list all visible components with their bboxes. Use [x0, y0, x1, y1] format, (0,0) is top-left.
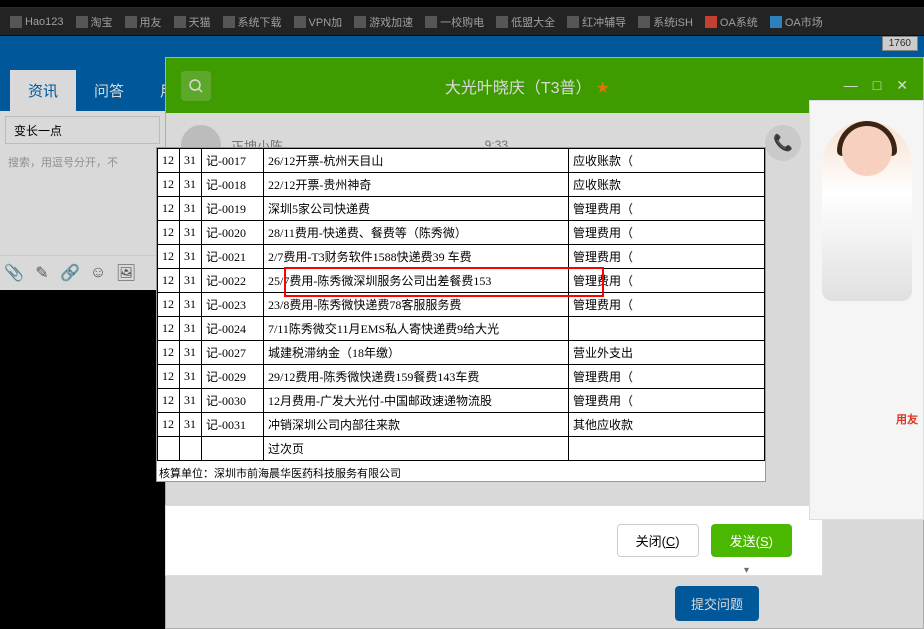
ledger-table: 1231记-001726/12开票-杭州天目山应收账款（1231记-001822… — [157, 148, 765, 461]
close-button[interactable]: 关闭(C) — [617, 524, 699, 557]
table-cell — [158, 437, 180, 461]
table-row: 1231记-001822/12开票-贵州神奇应收账款 — [158, 173, 765, 197]
table-cell: 管理费用（ — [569, 365, 765, 389]
table-cell: 记-0027 — [202, 341, 264, 365]
table-cell: 12 — [158, 389, 180, 413]
table-row: 1231记-00247/11陈秀微交11月EMS私人寄快递费9给大光 — [158, 317, 765, 341]
table-cell: 12 — [158, 413, 180, 437]
table-cell: 12 — [158, 197, 180, 221]
table-cell: 记-0021 — [202, 245, 264, 269]
table-cell: 管理费用（ — [569, 245, 765, 269]
table-cell — [202, 437, 264, 461]
table-cell: 过次页 — [264, 437, 569, 461]
scroll-down-icon[interactable]: ▾ — [744, 565, 756, 577]
table-cell: 31 — [180, 341, 202, 365]
send-button[interactable]: 发送(S) — [711, 524, 792, 557]
avatar-head — [842, 126, 892, 176]
table-cell: 12 — [158, 149, 180, 173]
table-cell: 其他应收款 — [569, 413, 765, 437]
table-cell: 冲销深圳公司内部往来款 — [264, 413, 569, 437]
table-cell: 12 — [158, 341, 180, 365]
table-cell: 记-0017 — [202, 149, 264, 173]
table-cell: 31 — [180, 293, 202, 317]
table-cell: 记-0030 — [202, 389, 264, 413]
table-cell: 22/12开票-贵州神奇 — [264, 173, 569, 197]
table-cell: 31 — [180, 365, 202, 389]
table-row: 1231记-0019深圳5家公司快递费管理费用（ — [158, 197, 765, 221]
table-cell: 31 — [180, 149, 202, 173]
table-row: 1231记-0031冲销深圳公司内部往来款其他应收款 — [158, 413, 765, 437]
table-row: 1231记-001726/12开票-杭州天目山应收账款（ — [158, 149, 765, 173]
table-cell: 应收账款（ — [569, 149, 765, 173]
table-cell: 记-0024 — [202, 317, 264, 341]
table-cell — [180, 437, 202, 461]
table-cell: 12月费用-广发大光付-中国邮政速递物流股 — [264, 389, 569, 413]
table-cell: 12 — [158, 173, 180, 197]
table-cell: 城建税滞纳金（18年缴） — [264, 341, 569, 365]
table-cell: 25/7费用-陈秀微深圳服务公司出差餐费153 — [264, 269, 569, 293]
table-cell — [569, 437, 765, 461]
table-cell: 12 — [158, 293, 180, 317]
table-cell: 记-0019 — [202, 197, 264, 221]
table-row: 1231记-0027城建税滞纳金（18年缴）营业外支出 — [158, 341, 765, 365]
table-cell: 2/7费用-T3财务软件1588快递费39 车费 — [264, 245, 569, 269]
table-row: 1231记-002028/11费用-快递费、餐费等（陈秀微）管理费用（ — [158, 221, 765, 245]
table-cell: 12 — [158, 269, 180, 293]
modal-buttons: 关闭(C) 发送(S) — [165, 505, 823, 576]
table-cell: 31 — [180, 413, 202, 437]
table-cell: 记-0031 — [202, 413, 264, 437]
table-cell: 营业外支出 — [569, 341, 765, 365]
assistant-panel: 用友 — [809, 100, 924, 520]
table-cell: 29/12费用-陈秀微快递费159餐费143车费 — [264, 365, 569, 389]
table-row: 1231记-002929/12费用-陈秀微快递费159餐费143车费管理费用（ — [158, 365, 765, 389]
table-cell: 记-0022 — [202, 269, 264, 293]
table-cell: 31 — [180, 197, 202, 221]
assistant-label: 用友 — [896, 411, 918, 427]
table-cell: 28/11费用-快递费、餐费等（陈秀微） — [264, 221, 569, 245]
table-cell: 记-0023 — [202, 293, 264, 317]
table-cell: 记-0029 — [202, 365, 264, 389]
table-cell: 管理费用（ — [569, 197, 765, 221]
table-cell: 26/12开票-杭州天目山 — [264, 149, 569, 173]
table-cell: 31 — [180, 317, 202, 341]
table-cell: 31 — [180, 173, 202, 197]
table-cell: 管理费用（ — [569, 293, 765, 317]
table-cell: 管理费用（ — [569, 269, 765, 293]
table-cell: 深圳5家公司快递费 — [264, 197, 569, 221]
table-cell: 记-0020 — [202, 221, 264, 245]
table-cell: 管理费用（ — [569, 389, 765, 413]
assistant-avatar[interactable] — [822, 121, 912, 301]
table-cell: 管理费用（ — [569, 221, 765, 245]
table-row: 1231记-00212/7费用-T3财务软件1588快递费39 车费管理费用（ — [158, 245, 765, 269]
document-preview: 1231记-001726/12开票-杭州天目山应收账款（1231记-001822… — [156, 147, 766, 482]
table-row: 1231记-003012月费用-广发大光付-中国邮政速递物流股管理费用（ — [158, 389, 765, 413]
table-row: 1231记-002323/8费用-陈秀微快递费78客服服务费管理费用（ — [158, 293, 765, 317]
table-cell: 12 — [158, 221, 180, 245]
table-cell — [569, 317, 765, 341]
table-row: 1231记-002225/7费用-陈秀微深圳服务公司出差餐费153管理费用（ — [158, 269, 765, 293]
table-cell: 31 — [180, 221, 202, 245]
table-cell: 12 — [158, 245, 180, 269]
table-cell: 应收账款 — [569, 173, 765, 197]
table-cell: 31 — [180, 269, 202, 293]
table-row: 过次页 — [158, 437, 765, 461]
table-cell: 记-0018 — [202, 173, 264, 197]
document-footer: 核算单位：深圳市前海晨华医药科技服务有限公司 — [157, 461, 765, 485]
table-cell: 7/11陈秀微交11月EMS私人寄快递费9给大光 — [264, 317, 569, 341]
table-cell: 12 — [158, 365, 180, 389]
table-cell: 31 — [180, 245, 202, 269]
table-cell: 23/8费用-陈秀微快递费78客服服务费 — [264, 293, 569, 317]
table-cell: 12 — [158, 317, 180, 341]
table-cell: 31 — [180, 389, 202, 413]
